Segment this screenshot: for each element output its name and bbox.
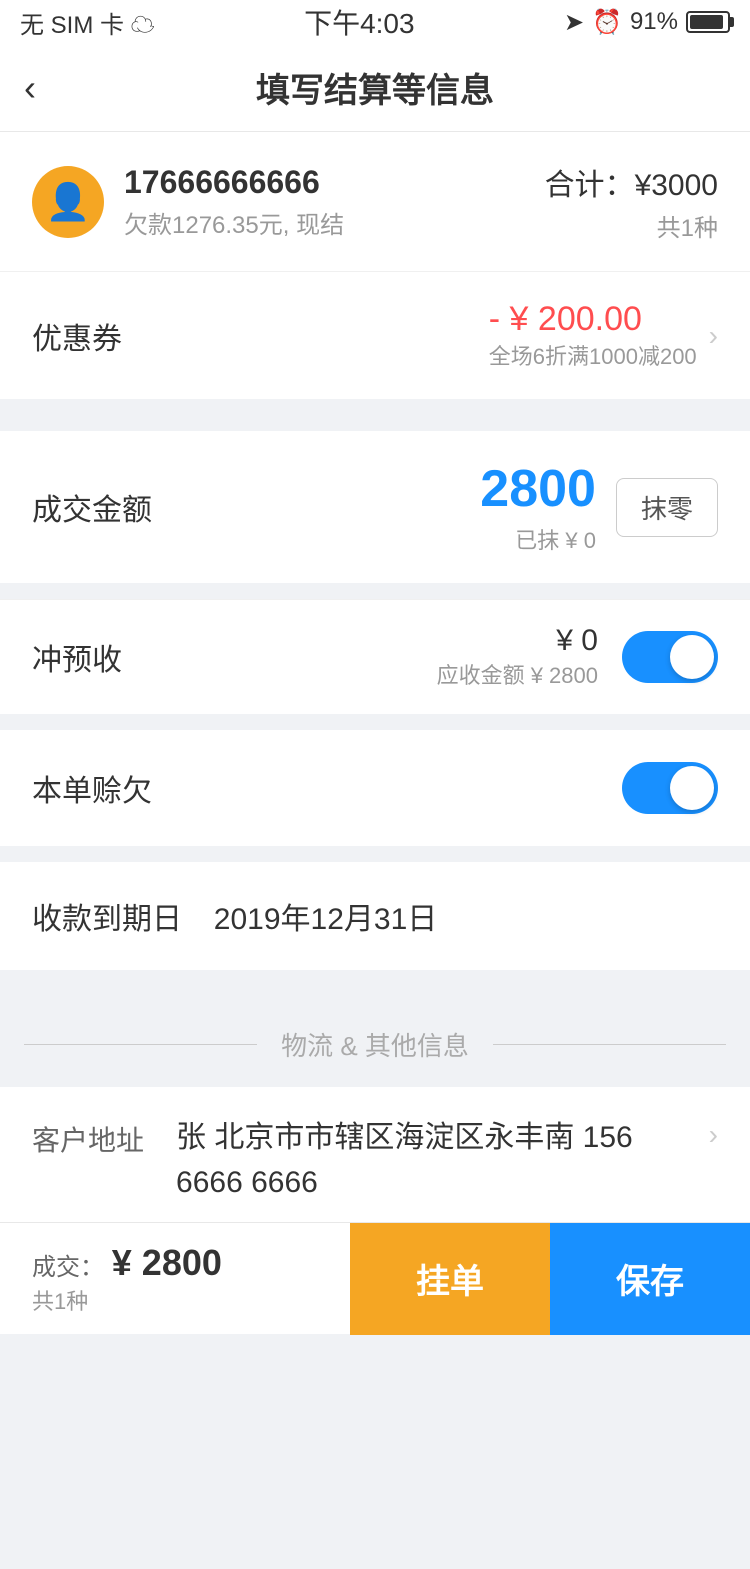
save-button[interactable]: 保存 [550,1223,750,1335]
summary-amount: ¥ 2800 [112,1242,222,1283]
coupon-info: - ¥ 200.00 全场6折满1000减200 [489,300,697,371]
avatar-icon: 👤 [46,181,91,223]
logistics-label: 物流 & 其他信息 [281,1026,469,1063]
coupon-label: 优惠券 [32,314,122,358]
customer-left: 👤 17666666666 欠款1276.35元, 现结 [32,164,344,240]
debit-row: 本单赊欠 [32,730,718,846]
total-label: 合计： [545,169,635,202]
customer-info: 17666666666 欠款1276.35元, 现结 [124,164,344,240]
summary-count: 共1种 [32,1284,318,1316]
alarm-icon: ⏰ [592,8,622,37]
duedate-label: 收款到期日 [32,903,182,936]
prepay-amount: ¥ 0 [437,624,598,658]
status-right: ➤ ⏰ 91% [564,8,730,37]
prepay-row: 冲预收 ¥ 0 应收金额 ¥ 2800 [0,599,750,714]
location-icon: ➤ [564,8,584,37]
deal-amount-sub: 已抹 ¥ 0 [480,523,596,555]
debit-label: 本单赊欠 [32,766,152,810]
amount-section: 成交金额 2800 已抹 ¥ 0 抹零 [0,431,750,583]
customer-phone: 17666666666 [124,164,344,201]
nav-bar: ‹ 填写结算等信息 [0,44,750,132]
section-divider-2 [0,714,750,730]
back-button[interactable]: ‹ [24,67,36,109]
chevron-right-icon: › [709,1115,718,1151]
status-left: 无 SIM 卡 ☁ [20,5,155,40]
avatar: 👤 [32,166,104,238]
bottom-bar: 成交： ¥ 2800 共1种 挂单 保存 [0,1222,750,1334]
battery-icon [686,11,730,33]
duedate-value: 2019年12月31日 [214,903,437,936]
total-value: ¥3000 [635,169,718,202]
coupon-right: - ¥ 200.00 全场6折满1000减200 › [489,300,718,371]
status-time: 下午4:03 [304,2,415,42]
prepay-right: ¥ 0 应收金额 ¥ 2800 [437,624,718,690]
address-section[interactable]: 客户地址 张 北京市市辖区海淀区永丰南 156 6666 6666 › [0,1087,750,1233]
logistics-header: 物流 & 其他信息 [0,1002,750,1087]
total-amount: 合计：¥3000 [545,160,718,204]
deal-amount-value: 2800 [480,459,596,519]
chevron-right-icon: › [709,320,718,352]
coupon-row[interactable]: 优惠券 - ¥ 200.00 全场6折满1000减200 › [0,271,750,399]
customer-right: 合计：¥3000 共1种 [545,160,718,243]
debit-toggle[interactable] [622,762,718,814]
coupon-desc: 全场6折满1000减200 [489,339,697,371]
sim-label: 无 SIM 卡 ☁ [20,5,155,40]
section-divider-1 [0,415,750,431]
address-label: 客户地址 [32,1115,144,1159]
customer-row: 👤 17666666666 欠款1276.35元, 现结 合计：¥3000 共1… [0,132,750,271]
bottom-summary: 成交： ¥ 2800 共1种 [0,1242,350,1316]
item-count: 共1种 [545,208,718,243]
deal-amount-row: 成交金额 2800 已抹 ¥ 0 抹零 [32,431,718,583]
deal-amount-label: 成交金额 [32,485,152,529]
hold-button[interactable]: 挂单 [350,1223,550,1335]
summary-label: 成交： [32,1254,104,1281]
round-button[interactable]: 抹零 [616,478,718,537]
section-divider-3 [0,986,750,1002]
coupon-amount: - ¥ 200.00 [489,300,697,339]
deal-amount-right: 2800 已抹 ¥ 0 抹零 [480,459,718,555]
prepay-toggle[interactable] [622,631,718,683]
deal-amount-block: 2800 已抹 ¥ 0 [480,459,596,555]
page-title: 填写结算等信息 [256,63,494,112]
content-area: 👤 17666666666 欠款1276.35元, 现结 合计：¥3000 共1… [0,132,750,1569]
summary-line1: 成交： ¥ 2800 [32,1242,318,1284]
customer-card: 👤 17666666666 欠款1276.35元, 现结 合计：¥3000 共1… [0,132,750,399]
prepay-label: 冲预收 [32,635,122,679]
battery-label: 91% [630,8,678,36]
address-value: 张 北京市市辖区海淀区永丰南 156 6666 6666 [176,1115,693,1205]
duedate-section: 收款到期日 2019年12月31日 [0,862,750,970]
customer-subtitle: 欠款1276.35元, 现结 [124,205,344,240]
prepay-amount-block: ¥ 0 应收金额 ¥ 2800 [437,624,598,690]
prepay-sub: 应收金额 ¥ 2800 [437,658,598,690]
debit-section: 本单赊欠 [0,730,750,846]
status-bar: 无 SIM 卡 ☁ 下午4:03 ➤ ⏰ 91% [0,0,750,44]
